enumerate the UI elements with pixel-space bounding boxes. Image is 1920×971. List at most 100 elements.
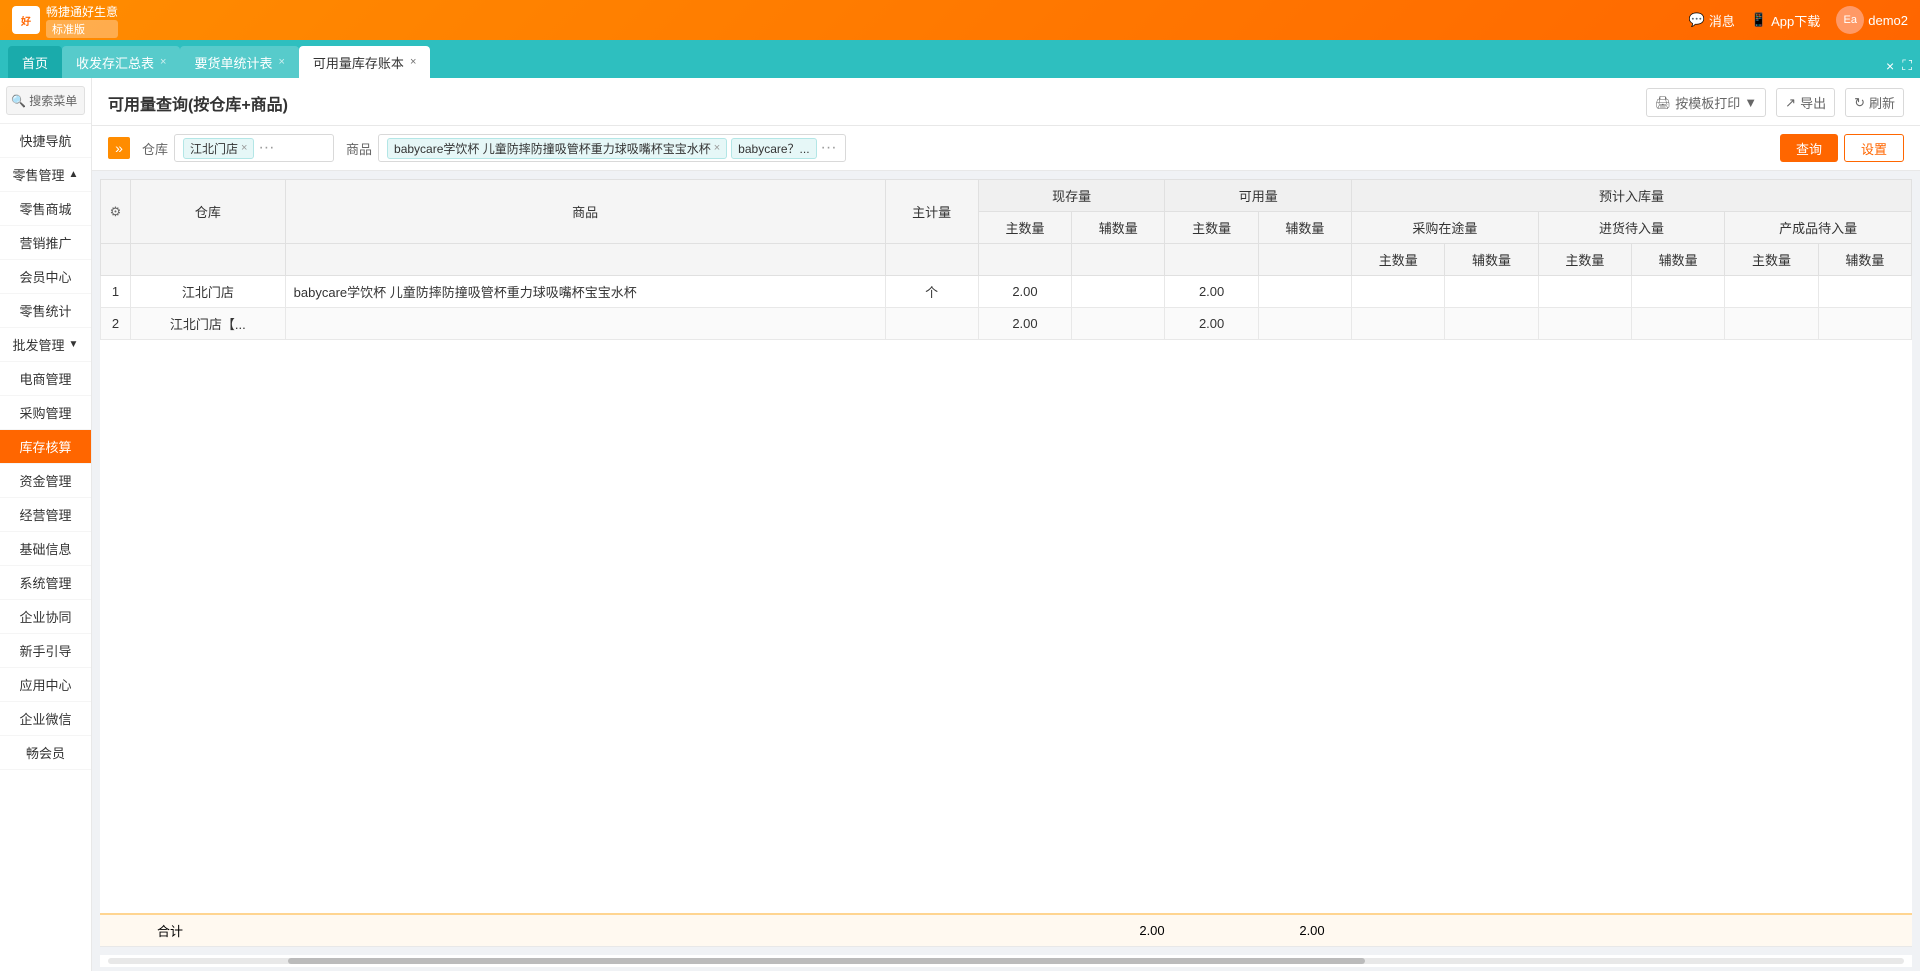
footer-available-main: 2.00 [1272,923,1352,938]
th-unit: 主计量 [885,180,978,244]
th-empty6 [1072,244,1165,276]
sidebar-item-retail-shop[interactable]: 零售商城 [0,192,91,226]
refresh-icon: ↻ [1854,95,1865,111]
sidebar-item-app-center[interactable]: 应用中心 [0,668,91,702]
th-incoming-pending: 进货待入量 [1538,212,1725,244]
sidebar-item-newbie[interactable]: 新手引导 [0,634,91,668]
chevron-down-icon: ▼ [69,339,79,350]
sidebar-item-wholesale-mgmt[interactable]: 批发管理 ▼ [0,328,91,362]
column-settings-icon[interactable]: ⚙ [110,204,122,219]
cell-finished-aux-2 [1818,308,1911,340]
sidebar-item-retail-stats[interactable]: 零售统计 [0,294,91,328]
warehouse-more-btn[interactable]: ··· [258,139,274,157]
sidebar-item-ecommerce[interactable]: 电商管理 [0,362,91,396]
sidebar-item-operations[interactable]: 经营管理 [0,498,91,532]
table-container: ⚙ 仓库 商品 主计量 现存量 可用量 预计入库量 主数量 辅数量 主数量 辅数… [100,179,1912,913]
app-download-btn[interactable]: 📱 App下载 [1751,11,1820,30]
tab-receive-summary[interactable]: 收发存汇总表 × [62,46,180,78]
sidebar-item-member2[interactable]: 畅会员 [0,736,91,770]
page-header: 可用量查询(按仓库+商品) 🖨 按模板打印 ▼ ↗ 导出 ↻ 刷新 [92,78,1920,126]
tab-available-stock-label: 可用量库存账本 [313,53,404,72]
warehouse-label: 仓库 [142,139,168,158]
horizontal-scrollbar[interactable] [100,955,1912,967]
warehouse-tag: 江北门店 × [183,138,254,159]
content-area: 可用量查询(按仓库+商品) 🖨 按模板打印 ▼ ↗ 导出 ↻ 刷新 » [92,78,1920,971]
data-table: ⚙ 仓库 商品 主计量 现存量 可用量 预计入库量 主数量 辅数量 主数量 辅数… [100,179,1912,340]
footer-current-main: 2.00 [1112,923,1192,938]
sidebar-item-system[interactable]: 系统管理 [0,566,91,600]
product-tag-1: babycare学饮杯 儿童防摔防撞吸管杯重力球吸嘴杯宝宝水杯 × [387,138,727,159]
filter-actions: 查询 设置 [1780,134,1904,162]
th-settings[interactable]: ⚙ [101,180,131,244]
th-empty5 [978,244,1071,276]
search-menu-btn[interactable]: 🔍 搜索菜单 [6,86,85,115]
dropdown-arrow-icon: ▼ [1744,95,1757,110]
top-bar-right: 💬 消息 📱 App下载 Ea demo2 [1689,6,1908,34]
cell-unit-2 [885,308,978,340]
product-tag-1-close[interactable]: × [714,142,720,154]
query-btn[interactable]: 查询 [1780,134,1838,162]
sidebar-item-basic-info[interactable]: 基础信息 [0,532,91,566]
settings-btn[interactable]: 设置 [1844,134,1904,162]
cell-available-aux-2 [1258,308,1351,340]
export-btn[interactable]: ↗ 导出 [1776,88,1835,117]
cell-available-aux-1 [1258,276,1351,308]
sidebar-item-nav[interactable]: 快捷导航 [0,124,91,158]
th-available-aux: 辅数量 [1258,212,1351,244]
refresh-btn[interactable]: ↻ 刷新 [1845,88,1904,117]
sidebar-item-wechat[interactable]: 企业微信 [0,702,91,736]
print-template-btn[interactable]: 🖨 按模板打印 ▼ [1646,88,1766,117]
cell-incoming-aux-1 [1632,276,1725,308]
sidebar-item-inventory[interactable]: 库存核算 [0,430,91,464]
cell-incoming-main-2 [1538,308,1631,340]
user-menu[interactable]: Ea demo2 [1836,6,1908,34]
tab-available-stock[interactable]: 可用量库存账本 × [299,46,430,78]
logo: 好 畅捷通好生意 标准版 [12,3,118,38]
tab-home[interactable]: 首页 [8,46,62,78]
table-row: 2 江北门店【... 2.00 2.00 [101,308,1912,340]
mobile-icon: 📱 [1751,12,1767,28]
sidebar-item-enterprise[interactable]: 企业协同 [0,600,91,634]
th-finished-main: 主数量 [1725,244,1818,276]
product-label: 商品 [346,139,372,158]
th-available: 可用量 [1165,180,1352,212]
cell-purchase-aux-1 [1445,276,1538,308]
main-layout: 🔍 搜索菜单 快捷导航 零售管理 ▲ 零售商城 营销推广 会员中心 零售统计 批… [0,78,1920,971]
sidebar-item-finance[interactable]: 资金管理 [0,464,91,498]
page-actions: 🖨 按模板打印 ▼ ↗ 导出 ↻ 刷新 [1646,88,1904,117]
warehouse-input[interactable]: 江北门店 × ··· [174,134,334,162]
cell-seq-2: 2 [101,308,131,340]
filter-product-group: 商品 babycare学饮杯 儿童防摔防撞吸管杯重力球吸嘴杯宝宝水杯 × bab… [346,134,846,162]
th-warehouse: 仓库 [131,180,286,244]
sidebar-item-member[interactable]: 会员中心 [0,260,91,294]
product-input[interactable]: babycare学饮杯 儿童防摔防撞吸管杯重力球吸嘴杯宝宝水杯 × babyca… [378,134,846,162]
th-current-stock: 现存量 [978,180,1165,212]
table-footer: 合计 2.00 2.00 [100,913,1912,947]
tab-order-stats-close[interactable]: × [278,56,284,68]
cell-finished-aux-1 [1818,276,1911,308]
sidebar-item-marketing[interactable]: 营销推广 [0,226,91,260]
th-available-main: 主数量 [1165,212,1258,244]
th-incoming-aux: 辅数量 [1632,244,1725,276]
tab-available-stock-close[interactable]: × [410,56,416,68]
nav-tab-actions: × ⛶ [1886,57,1912,78]
warehouse-tag-close[interactable]: × [241,142,247,154]
message-btn[interactable]: 💬 消息 [1689,11,1735,30]
scrollbar-thumb[interactable] [288,958,1366,964]
tab-order-stats[interactable]: 要货单统计表 × [180,46,298,78]
product-more-btn[interactable]: ··· [821,139,837,157]
fullscreen-btn[interactable]: ⛶ [1902,57,1912,74]
th-finished-aux: 辅数量 [1818,244,1911,276]
filter-expand-btn[interactable]: » [108,137,130,159]
template-badge: 标准版 [46,20,118,38]
cell-incoming-main-1 [1538,276,1631,308]
sidebar-item-purchase[interactable]: 采购管理 [0,396,91,430]
th-current-aux: 辅数量 [1072,212,1165,244]
chevron-up-icon: ▲ [69,169,79,180]
th-purchase-main: 主数量 [1352,244,1445,276]
sidebar-item-retail-mgmt[interactable]: 零售管理 ▲ [0,158,91,192]
tab-receive-summary-close[interactable]: × [160,56,166,68]
th-finished-pending: 产成品待入量 [1725,212,1912,244]
close-window-btn[interactable]: × [1886,58,1894,74]
th-planned-in: 预计入库量 [1352,180,1912,212]
